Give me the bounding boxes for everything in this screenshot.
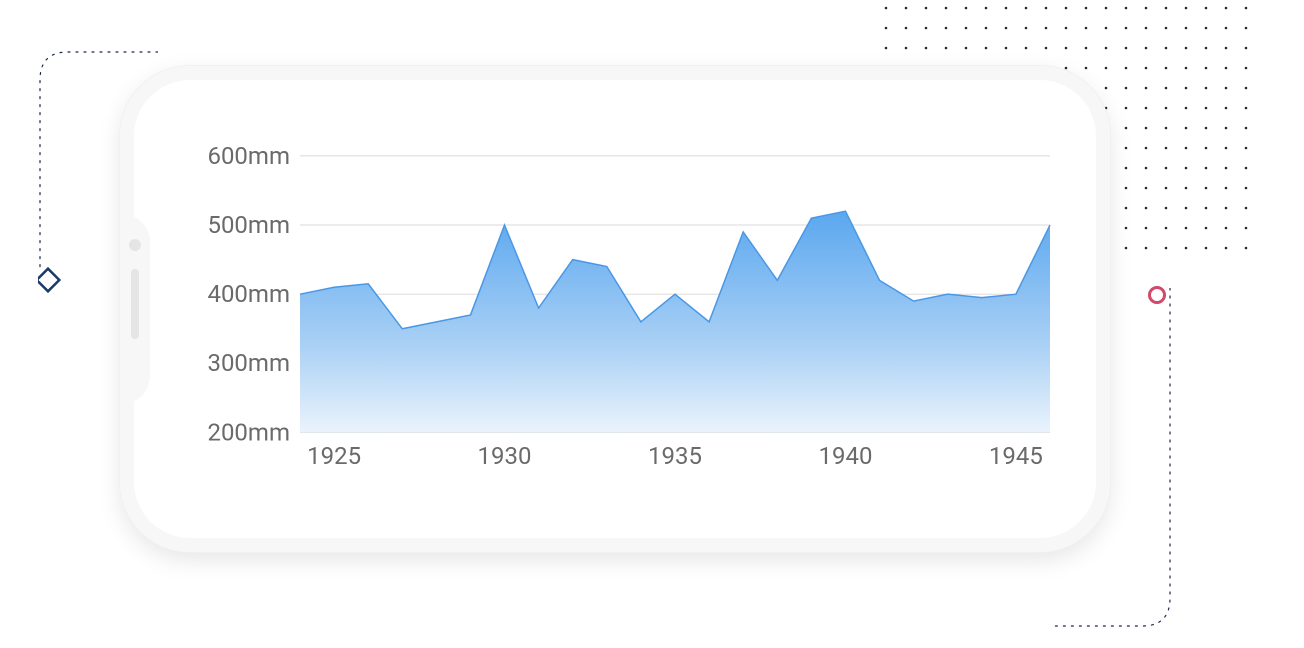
y-tick-label: 600mm [207, 146, 290, 170]
x-tick-label: 1935 [648, 442, 702, 470]
y-tick-label: 500mm [207, 211, 290, 239]
y-tick-label: 400mm [207, 280, 290, 308]
phone-notch [120, 214, 150, 404]
speaker-icon [131, 269, 139, 339]
y-tick-label: 300mm [207, 349, 290, 377]
x-tick-label: 1945 [989, 442, 1043, 470]
phone-mockup: 600mm 500mm 400mm 300mm 200mm 1925 1930 … [120, 66, 1110, 552]
area-chart: 600mm 500mm 400mm 300mm 200mm 1925 1930 … [190, 146, 1060, 472]
x-tick-label: 1930 [478, 442, 532, 470]
camera-icon [129, 239, 141, 251]
decorative-pink-circle [1148, 286, 1166, 304]
x-tick-label: 1940 [819, 442, 873, 470]
y-tick-label: 200mm [207, 419, 290, 447]
x-tick-label: 1925 [307, 442, 361, 470]
area-series [300, 211, 1050, 432]
